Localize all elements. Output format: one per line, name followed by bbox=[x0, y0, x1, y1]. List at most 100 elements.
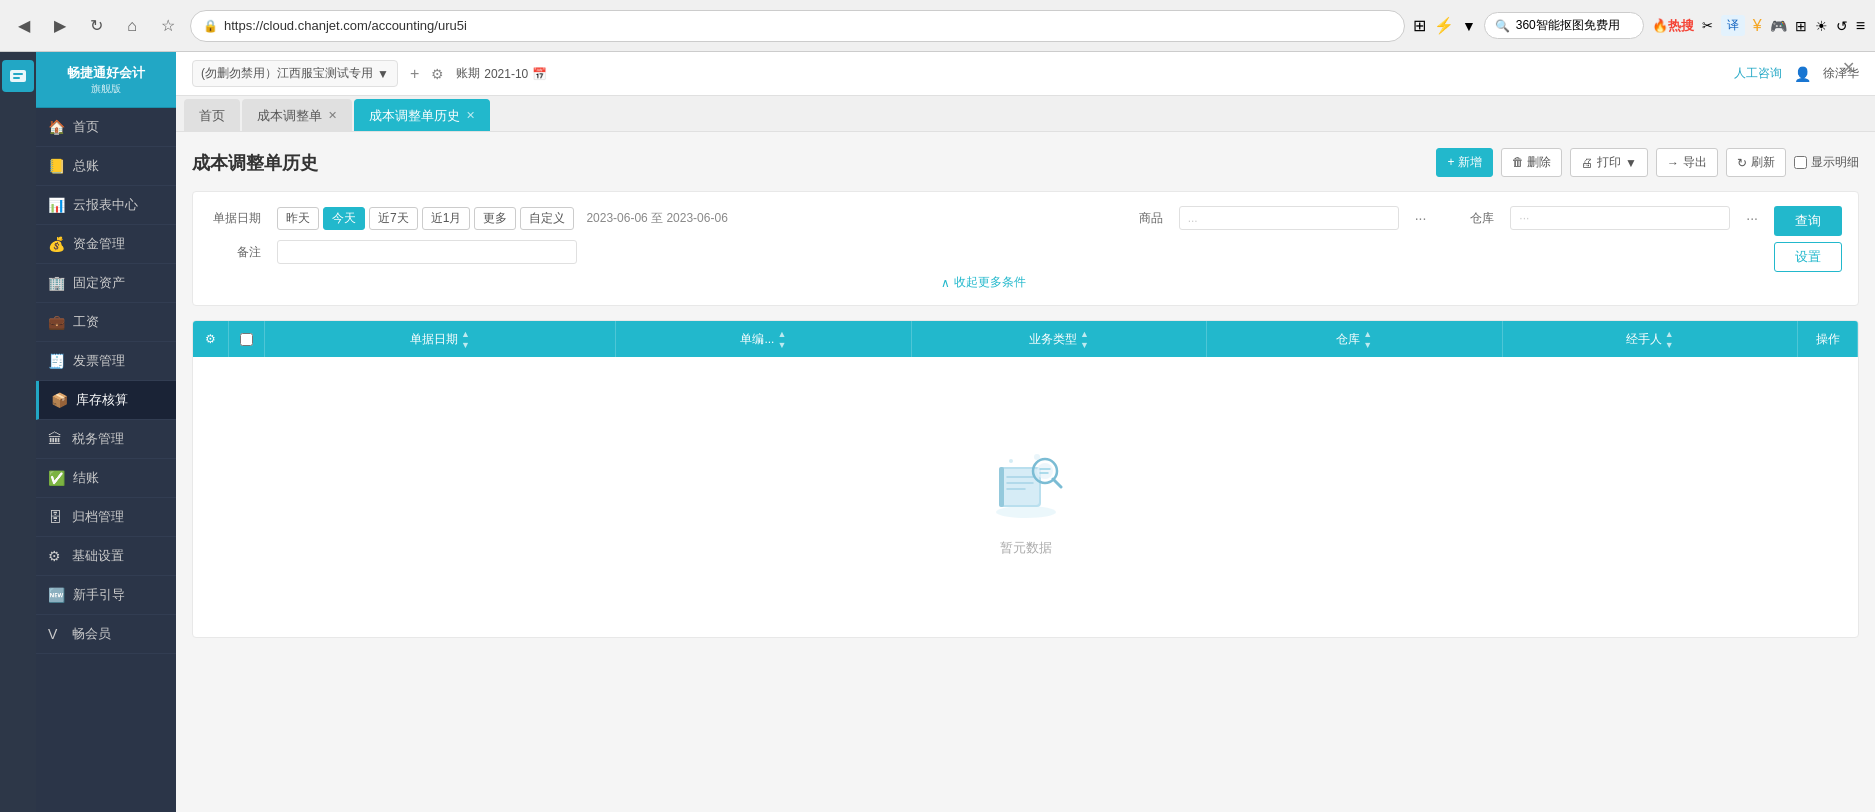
goods-select[interactable]: ... bbox=[1179, 206, 1399, 230]
close-window-button[interactable]: ✕ bbox=[1842, 58, 1855, 77]
export-button[interactable]: → 导出 bbox=[1656, 148, 1718, 177]
sidebar-item-archive[interactable]: 🗄 归档管理 bbox=[36, 498, 176, 537]
sidebar-item-ledger[interactable]: 📒 总账 bbox=[36, 147, 176, 186]
salary-icon: 💼 bbox=[48, 314, 65, 330]
date-btn-custom[interactable]: 自定义 bbox=[520, 207, 574, 230]
filter-actions: 查询 设置 bbox=[1774, 206, 1842, 291]
user-avatar[interactable]: 👤 bbox=[1794, 66, 1811, 82]
calendar-icon[interactable]: 📅 bbox=[532, 67, 547, 81]
biz-sort-icon[interactable]: ▲ ▼ bbox=[1080, 329, 1089, 350]
dropdown-icon[interactable]: ▼ bbox=[1462, 18, 1476, 34]
undo-icon[interactable]: ↺ bbox=[1836, 18, 1848, 34]
tab-cost-adjust-history[interactable]: 成本调整单历史 ✕ bbox=[354, 99, 490, 131]
th-date[interactable]: 单据日期 ▲ ▼ bbox=[265, 321, 616, 357]
top-bar-right: ✕ 人工咨询 👤 徐泽华 bbox=[1734, 65, 1859, 82]
date-btn-more[interactable]: 更多 bbox=[474, 207, 516, 230]
th-warehouse[interactable]: 仓库 ▲ ▼ bbox=[1207, 321, 1502, 357]
sidebar-item-funds[interactable]: 💰 资金管理 bbox=[36, 225, 176, 264]
translate-icon[interactable]: 译 bbox=[1721, 15, 1745, 36]
warehouse-sort-icon[interactable]: ▲ ▼ bbox=[1363, 329, 1372, 350]
app-container: 畅捷通好会计 旗舰版 🏠 首页 📒 总账 📊 云报表中心 💰 资金管理 🏢 bbox=[0, 52, 1875, 812]
refresh-button-page[interactable]: ↻ 刷新 bbox=[1726, 148, 1786, 177]
th-biz-type[interactable]: 业务类型 ▲ ▼ bbox=[912, 321, 1207, 357]
sidebar-item-fixed-assets[interactable]: 🏢 固定资产 bbox=[36, 264, 176, 303]
export-icon: → bbox=[1667, 156, 1679, 170]
sidebar-item-vip[interactable]: V 畅会员 bbox=[36, 615, 176, 654]
date-btn-1month[interactable]: 近1月 bbox=[422, 207, 471, 230]
search-placeholder-text: 360智能抠图免费用 bbox=[1516, 17, 1620, 34]
svg-rect-1 bbox=[13, 73, 23, 75]
th-person[interactable]: 经手人 ▲ ▼ bbox=[1503, 321, 1798, 357]
home-button[interactable]: ⌂ bbox=[118, 12, 146, 40]
delete-button[interactable]: 🗑 删除 bbox=[1501, 148, 1562, 177]
back-button[interactable]: ◀ bbox=[10, 12, 38, 40]
hot-search-badge[interactable]: 🔥热搜 bbox=[1652, 17, 1694, 35]
collapse-filter-button[interactable]: ∧ 收起更多条件 bbox=[209, 274, 1758, 291]
sidebar-item-ledger-label: 总账 bbox=[73, 157, 99, 175]
search-button[interactable]: 查询 bbox=[1774, 206, 1842, 236]
add-company-button[interactable]: + bbox=[410, 65, 419, 83]
inventory-icon: 📦 bbox=[51, 392, 68, 408]
setting-button[interactable]: 设置 bbox=[1774, 242, 1842, 272]
select-all-checkbox[interactable] bbox=[240, 333, 253, 346]
tab-cost-adjust-history-close[interactable]: ✕ bbox=[466, 109, 475, 122]
date-sort-icon[interactable]: ▲ ▼ bbox=[461, 329, 470, 350]
date-btn-7days[interactable]: 近7天 bbox=[369, 207, 418, 230]
th-gear[interactable]: ⚙ bbox=[193, 321, 229, 357]
warehouse-more-icon[interactable]: ··· bbox=[1746, 210, 1758, 226]
refresh-button[interactable]: ↻ bbox=[82, 12, 110, 40]
accounting-period: 账期 2021-10 📅 bbox=[456, 65, 547, 82]
wallet-icon[interactable]: ¥ bbox=[1753, 17, 1762, 35]
print-button[interactable]: 🖨 打印 ▼ bbox=[1570, 148, 1648, 177]
company-selector[interactable]: (勿删勿禁用）江西服宝测试专用 ▼ bbox=[192, 60, 398, 87]
warehouse-placeholder: ··· bbox=[1519, 211, 1529, 225]
th-checkbox[interactable] bbox=[229, 321, 265, 357]
show-summary-toggle[interactable]: 显示明细 bbox=[1794, 154, 1859, 171]
settings-icon: ⚙ bbox=[48, 548, 64, 564]
settings-gear-icon[interactable]: ⚙ bbox=[431, 66, 444, 82]
sidebar-item-inventory-label: 库存核算 bbox=[76, 391, 128, 409]
tab-home-label: 首页 bbox=[199, 107, 225, 125]
game-icon[interactable]: 🎮 bbox=[1770, 18, 1787, 34]
show-summary-checkbox[interactable] bbox=[1794, 156, 1807, 169]
search-bar[interactable]: 🔍 360智能抠图免费用 bbox=[1484, 12, 1644, 39]
sidebar-item-inventory[interactable]: 📦 库存核算 bbox=[36, 381, 176, 420]
menu-icon[interactable]: ≡ bbox=[1856, 17, 1865, 35]
forward-button[interactable]: ▶ bbox=[46, 12, 74, 40]
lightning-icon[interactable]: ⚡ bbox=[1434, 16, 1454, 35]
sidebar-item-reports[interactable]: 📊 云报表中心 bbox=[36, 186, 176, 225]
sidebar-item-invoice[interactable]: 🧾 发票管理 bbox=[36, 342, 176, 381]
new-button[interactable]: + 新增 bbox=[1436, 148, 1492, 177]
page-actions: + 新增 🗑 删除 🖨 打印 ▼ → 导出 ↻ 刷新 bbox=[1436, 148, 1859, 177]
icon-sidebar-logo[interactable] bbox=[2, 60, 34, 92]
date-btn-today[interactable]: 今天 bbox=[323, 207, 365, 230]
refresh-label: 刷新 bbox=[1751, 154, 1775, 171]
tab-cost-adjust[interactable]: 成本调整单 ✕ bbox=[242, 99, 352, 131]
th-num[interactable]: 单编... ▲ ▼ bbox=[616, 321, 911, 357]
company-dropdown-icon: ▼ bbox=[377, 67, 389, 81]
date-btn-yesterday[interactable]: 昨天 bbox=[277, 207, 319, 230]
sidebar-item-home[interactable]: 🏠 首页 bbox=[36, 108, 176, 147]
sidebar-item-salary[interactable]: 💼 工资 bbox=[36, 303, 176, 342]
address-bar[interactable]: 🔒 https://cloud.chanjet.com/accounting/u… bbox=[190, 10, 1405, 42]
goods-more-icon[interactable]: ··· bbox=[1415, 210, 1427, 226]
num-sort-icon[interactable]: ▲ ▼ bbox=[777, 329, 786, 350]
star-button[interactable]: ☆ bbox=[154, 12, 182, 40]
tab-home[interactable]: 首页 bbox=[184, 99, 240, 131]
svg-line-12 bbox=[1053, 479, 1061, 487]
extensions-icon[interactable]: ⊞ bbox=[1413, 16, 1426, 35]
scissors-icon[interactable]: ✂ bbox=[1702, 18, 1713, 33]
sidebar-item-checkout[interactable]: ✅ 结账 bbox=[36, 459, 176, 498]
warehouse-select[interactable]: ··· bbox=[1510, 206, 1730, 230]
tab-cost-adjust-close[interactable]: ✕ bbox=[328, 109, 337, 122]
brightness-icon[interactable]: ☀ bbox=[1815, 18, 1828, 34]
sidebar-item-guide[interactable]: 🆕 新手引导 bbox=[36, 576, 176, 615]
grid-icon[interactable]: ⊞ bbox=[1795, 18, 1807, 34]
print-dropdown-icon[interactable]: ▼ bbox=[1625, 156, 1637, 170]
tabs-bar: 首页 成本调整单 ✕ 成本调整单历史 ✕ bbox=[176, 96, 1875, 132]
sidebar-item-tax[interactable]: 🏛 税务管理 bbox=[36, 420, 176, 459]
person-sort-icon[interactable]: ▲ ▼ bbox=[1665, 329, 1674, 350]
note-input[interactable] bbox=[277, 240, 577, 264]
sidebar-item-settings[interactable]: ⚙ 基础设置 bbox=[36, 537, 176, 576]
user-service-link[interactable]: 人工咨询 bbox=[1734, 65, 1782, 82]
